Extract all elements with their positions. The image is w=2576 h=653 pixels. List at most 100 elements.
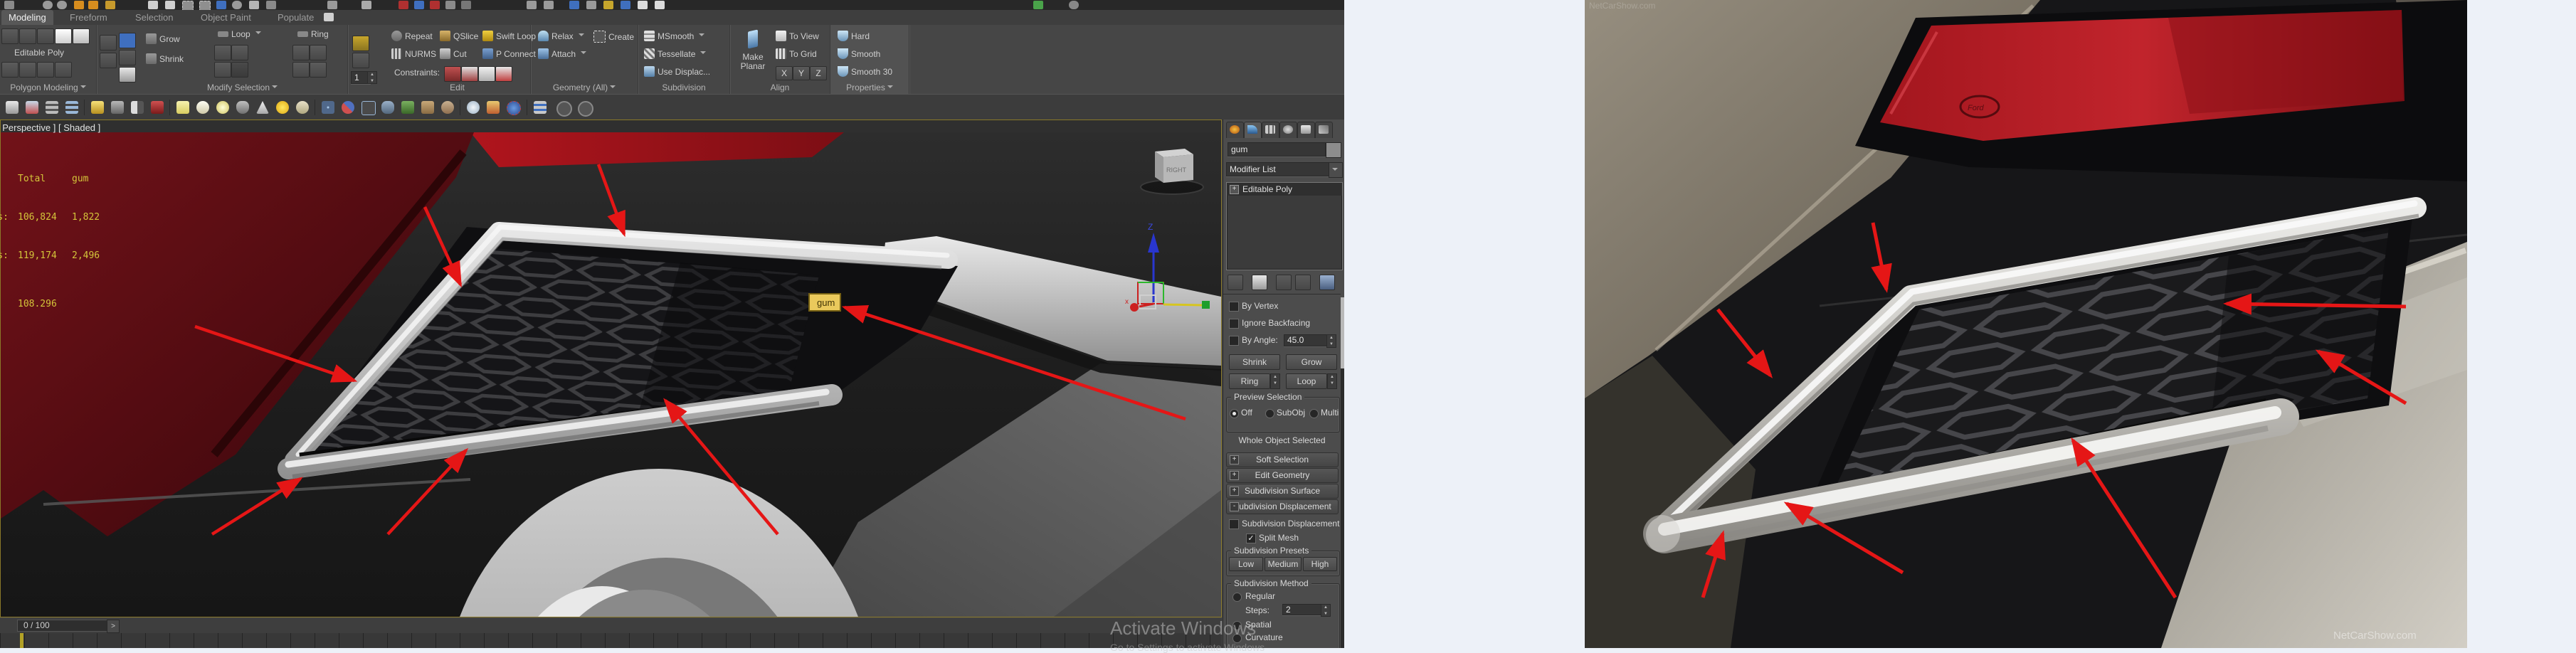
panel-title[interactable]: Align [730, 83, 830, 92]
swift-loop-button[interactable]: Swift Loop [482, 31, 536, 41]
align-z-button[interactable]: Z [810, 66, 827, 80]
panel-title[interactable]: Polygon Modeling [0, 83, 96, 92]
time-slider[interactable]: 0 / 100 > [0, 618, 1222, 634]
use-pivot-center-icon[interactable] [327, 1, 337, 9]
rectangular-selection-region-icon[interactable] [182, 1, 194, 10]
smooth-30-button[interactable]: Smooth 30 [838, 66, 892, 77]
rollout-edit-geometry[interactable]: + Edit Geometry [1226, 468, 1339, 483]
constraint-normal-icon[interactable] [495, 66, 512, 82]
stack-item-editable-poly[interactable]: + Editable Poly [1227, 183, 1342, 196]
modifier-stack[interactable]: + Editable Poly [1226, 182, 1343, 270]
preset-low-button[interactable]: Low [1229, 557, 1263, 571]
border-mode-icon[interactable] [37, 28, 54, 44]
vertex-mode-icon[interactable] [1, 28, 19, 44]
show-end-result-button-icon[interactable] [1252, 275, 1267, 290]
render-setup-icon[interactable] [46, 101, 58, 114]
curve-editor-icon[interactable] [621, 1, 630, 9]
loop-button-panel[interactable]: Loop [1286, 373, 1327, 389]
pin-stack-button-icon[interactable] [1228, 275, 1243, 290]
ignore-backfacing-checkbox[interactable] [1229, 319, 1239, 329]
ring-shrink-icon[interactable] [310, 45, 327, 60]
sun-icon[interactable] [276, 101, 289, 114]
yellow-material-icon[interactable] [176, 101, 189, 114]
qslice-button[interactable]: QSlice [440, 31, 478, 41]
steps-field[interactable]: 2 [1282, 604, 1324, 615]
expand-icon[interactable]: + [1230, 185, 1239, 194]
collapse-stack-icon[interactable] [37, 62, 54, 78]
link-icon[interactable] [74, 1, 84, 9]
environment-dialog-icon[interactable] [65, 101, 78, 114]
teapot-icon[interactable] [236, 101, 249, 114]
by-angle-checkbox[interactable] [1229, 336, 1239, 346]
loop-grow-icon[interactable] [214, 45, 231, 60]
rollout-subdivision-displacement[interactable]: - Subdivision Displacement [1226, 499, 1339, 514]
spatial-radio[interactable] [1232, 621, 1242, 630]
tab-create[interactable] [1226, 122, 1244, 138]
hard-button[interactable]: Hard [838, 31, 870, 41]
constraint-face-icon[interactable] [478, 66, 495, 82]
paint-select-icon[interactable] [352, 53, 369, 68]
dot-ring-icon[interactable] [310, 62, 327, 78]
rendered-frame-window-icon[interactable] [26, 101, 38, 114]
tab-display[interactable] [1297, 122, 1315, 138]
panel-title[interactable]: Geometry (All) [531, 83, 638, 92]
track-bar[interactable] [0, 633, 1222, 648]
camera-icon[interactable] [111, 101, 124, 114]
toggle-command-panel-icon[interactable] [100, 35, 117, 51]
by-angle-field[interactable]: 45.0 [1284, 334, 1328, 346]
tab-hierarchy[interactable] [1262, 122, 1279, 138]
material-editor-icon[interactable] [6, 101, 19, 114]
ring-shift-icon[interactable] [292, 62, 310, 78]
by-vertex-checkbox[interactable] [1229, 302, 1239, 312]
redo-icon[interactable] [57, 1, 67, 9]
next-modifier-icon[interactable] [19, 62, 36, 78]
spinner-snap-icon[interactable] [445, 1, 455, 9]
regular-radio[interactable] [1232, 593, 1242, 602]
show-end-result-icon[interactable] [119, 33, 136, 48]
select-cursor-icon[interactable] [148, 1, 158, 9]
align-x-button[interactable]: X [776, 66, 793, 80]
tab-freeform[interactable]: Freeform [63, 10, 115, 25]
half-sphere-icon[interactable] [131, 101, 144, 114]
grow-button-panel[interactable]: Grow [1286, 354, 1337, 370]
hair-ox-icon[interactable] [441, 101, 454, 114]
tab-selection[interactable]: Selection [128, 10, 180, 25]
spheres-icon[interactable] [342, 101, 354, 114]
preview-toggle-icon[interactable] [119, 67, 136, 83]
attach-button[interactable]: Attach [538, 48, 587, 59]
toggle-scene-explorer-icon[interactable] [569, 1, 579, 9]
egg-material-icon[interactable] [296, 101, 309, 114]
ring-grow-icon[interactable] [292, 45, 310, 60]
tab-modeling[interactable]: Modeling [1, 10, 53, 25]
sphere-dashed-icon[interactable] [507, 101, 521, 115]
matte-material-icon[interactable] [196, 101, 209, 114]
create-button[interactable]: Create [593, 31, 634, 43]
loop-shrink-icon[interactable] [231, 45, 248, 60]
previous-modifier-icon[interactable] [1, 62, 19, 78]
material-editor-toolbar-icon[interactable] [655, 1, 665, 9]
repeat-button[interactable]: Repeat [391, 31, 433, 41]
shrink-button[interactable]: Shrink [146, 53, 184, 64]
light-lister-icon[interactable] [91, 101, 104, 114]
angle-snap-icon[interactable] [414, 1, 424, 9]
cone-icon[interactable] [256, 101, 269, 114]
loop-shift-icon[interactable] [214, 62, 231, 78]
wire-pyramid-icon[interactable] [361, 101, 376, 115]
help-icon[interactable] [556, 101, 572, 117]
select-and-move-icon[interactable] [216, 1, 226, 9]
ring-spinner[interactable]: ▲ ▼ [1270, 373, 1280, 389]
panel-title[interactable]: Properties [830, 83, 909, 92]
make-unique-icon[interactable] [1276, 275, 1292, 290]
viewcube-face-label[interactable]: RIGHT [1166, 166, 1187, 174]
panel-title[interactable]: Edit [384, 83, 530, 92]
tab-object-paint[interactable]: Object Paint [194, 10, 258, 25]
by-angle-spinner[interactable]: ▲ ▼ [1326, 334, 1336, 348]
loop-spinner[interactable]: ▲ ▼ [1327, 373, 1337, 389]
layer-manager-icon[interactable] [586, 1, 596, 9]
ribbon-minimize-icon[interactable] [324, 13, 334, 21]
reference-coordinate-icon[interactable] [266, 1, 276, 9]
particle-array-icon[interactable] [322, 101, 334, 114]
grow-button[interactable]: Grow [146, 33, 180, 44]
tessellate-button[interactable]: Tessellate [644, 48, 707, 59]
tab-modify[interactable] [1244, 122, 1262, 138]
